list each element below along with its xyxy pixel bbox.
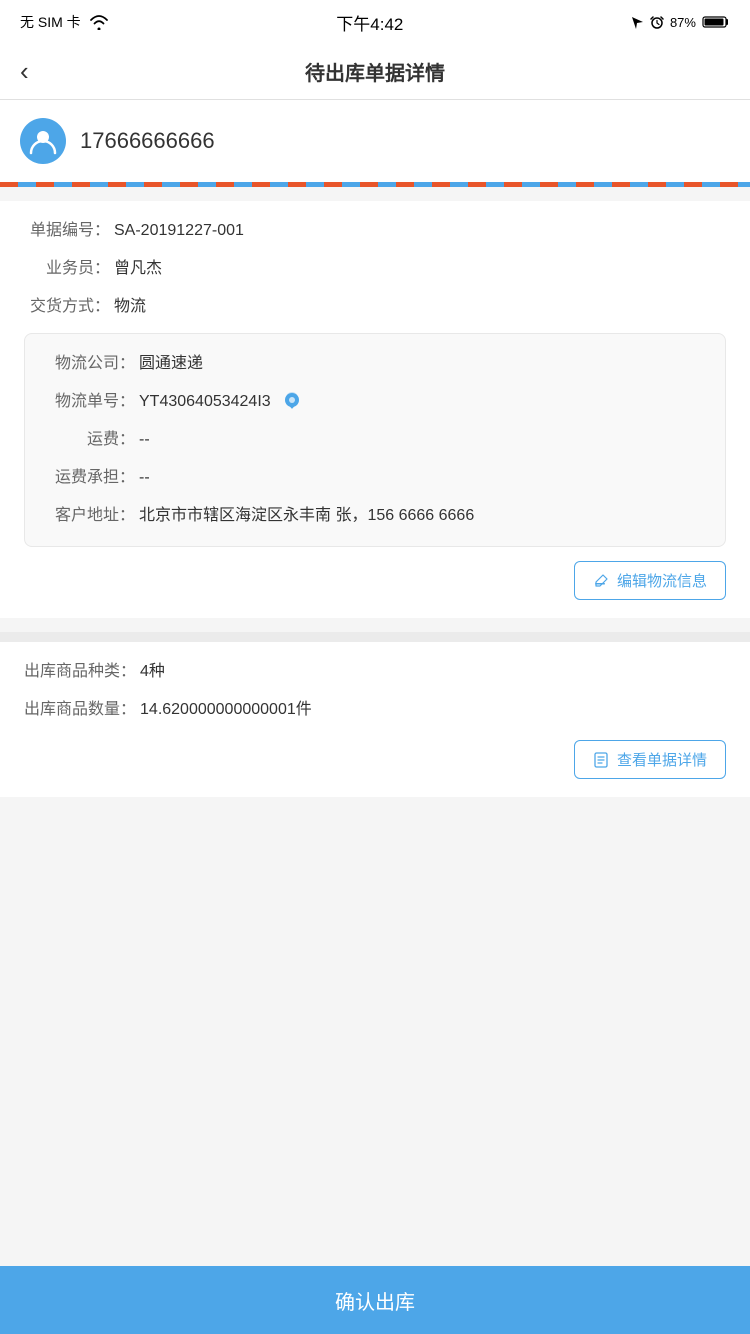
view-detail-wrap: 查看单据详情 xyxy=(0,740,750,797)
alarm-icon xyxy=(650,15,664,29)
status-bar: 无 SIM 卡 下午4:42 87% xyxy=(0,0,750,44)
order-no-label: 单据编号： xyxy=(24,219,114,243)
edit-logistics-button[interactable]: 编辑物流信息 xyxy=(574,561,726,600)
freight-bearer-row: 运费承担： -- xyxy=(49,466,701,490)
sales-person-value: 曾凡杰 xyxy=(114,257,726,281)
page-title: 待出库单据详情 xyxy=(305,57,445,86)
battery-icon xyxy=(702,15,730,29)
freight-row: 运费： -- xyxy=(49,428,701,452)
wifi-icon xyxy=(89,15,109,30)
status-right: 87% xyxy=(631,15,730,30)
logistics-company-value: 圆通速递 xyxy=(139,352,701,376)
goods-types-value: 4种 xyxy=(140,660,726,684)
freight-label: 运费： xyxy=(49,428,139,452)
goods-quantity-row: 出库商品数量： 14.620000000000001件 xyxy=(24,698,726,722)
status-carrier: 无 SIM 卡 xyxy=(20,12,109,32)
freight-value: -- xyxy=(139,428,701,452)
delivery-method-value: 物流 xyxy=(114,295,726,319)
freight-bearer-label: 运费承担： xyxy=(49,466,139,490)
address-value: 北京市市辖区海淀区永丰南 张，156 6666 6666 xyxy=(139,504,701,528)
location-status-icon xyxy=(631,16,644,29)
order-info-section: 单据编号： SA-20191227-001 业务员： 曾凡杰 交货方式： 物流 … xyxy=(0,201,750,618)
status-time: 下午4:42 xyxy=(336,10,403,35)
nav-bar: ‹ 待出库单据详情 xyxy=(0,44,750,100)
edit-icon xyxy=(593,573,609,589)
delivery-method-label: 交货方式： xyxy=(24,295,114,319)
address-label: 客户地址： xyxy=(49,504,139,528)
tracking-no-label: 物流单号： xyxy=(49,390,139,414)
goods-quantity-label: 出库商品数量： xyxy=(24,698,140,722)
logistics-card: 物流公司： 圆通速递 物流单号： YT43064053424I3 运费： - xyxy=(24,333,726,547)
customer-phone: 17666666666 xyxy=(80,128,215,154)
delivery-method-row: 交货方式： 物流 xyxy=(24,295,726,319)
person-icon xyxy=(29,127,57,155)
goods-types-row: 出库商品种类： 4种 xyxy=(24,660,726,684)
confirm-button[interactable]: 确认出库 xyxy=(0,1266,750,1334)
logistics-company-row: 物流公司： 圆通速递 xyxy=(49,352,701,376)
order-no-row: 单据编号： SA-20191227-001 xyxy=(24,219,726,243)
goods-types-label: 出库商品种类： xyxy=(24,660,140,684)
view-detail-button[interactable]: 查看单据详情 xyxy=(574,740,726,779)
goods-section: 出库商品种类： 4种 出库商品数量： 14.620000000000001件 xyxy=(0,642,750,740)
sales-person-row: 业务员： 曾凡杰 xyxy=(24,257,726,281)
tracking-no-row: 物流单号： YT43064053424I3 xyxy=(49,390,701,414)
goods-quantity-value: 14.620000000000001件 xyxy=(140,698,726,722)
section-separator xyxy=(0,632,750,642)
document-icon xyxy=(593,752,609,768)
customer-header: 17666666666 xyxy=(0,100,750,182)
order-no-value: SA-20191227-001 xyxy=(114,219,726,243)
sales-person-label: 业务员： xyxy=(24,257,114,281)
empty-space xyxy=(0,797,750,997)
freight-bearer-value: -- xyxy=(139,466,701,490)
tracking-location-icon[interactable] xyxy=(281,391,303,413)
dashed-divider xyxy=(0,182,750,187)
avatar xyxy=(20,118,66,164)
logistics-company-label: 物流公司： xyxy=(49,352,139,376)
back-button[interactable]: ‹ xyxy=(20,48,41,95)
tracking-no-value: YT43064053424I3 xyxy=(139,390,701,414)
address-row: 客户地址： 北京市市辖区海淀区永丰南 张，156 6666 6666 xyxy=(49,504,701,528)
